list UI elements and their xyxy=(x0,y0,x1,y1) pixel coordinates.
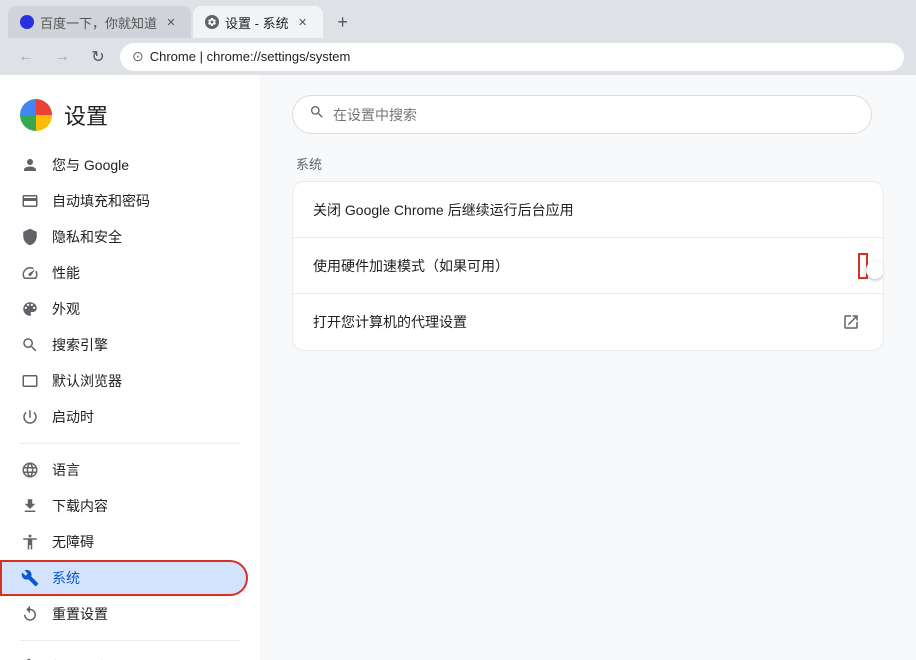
sidebar-item-search[interactable]: 搜索引擎 xyxy=(0,327,248,363)
address-text: Chrome | chrome://settings/system xyxy=(150,49,351,64)
search-input[interactable] xyxy=(333,107,855,123)
hardware-acceleration-label: 使用硬件加速模式（如果可用） xyxy=(313,256,863,276)
browser-icon xyxy=(20,371,40,391)
language-icon xyxy=(20,460,40,480)
settings-row-proxy: 打开您计算机的代理设置 xyxy=(293,294,883,350)
sidebar-item-system-label: 系统 xyxy=(52,568,80,588)
section-title: 系统 xyxy=(292,154,884,173)
sidebar-item-google-account-label: 您与 Google xyxy=(52,155,129,175)
sidebar-item-search-label: 搜索引擎 xyxy=(52,335,108,355)
power-icon xyxy=(20,407,40,427)
proxy-external-link[interactable] xyxy=(839,310,863,334)
sidebar-item-system[interactable]: 系统 xyxy=(0,560,248,596)
security-icon xyxy=(20,227,40,247)
reload-button[interactable]: ↻ xyxy=(84,43,112,71)
sidebar-item-default-browser-label: 默认浏览器 xyxy=(52,371,122,391)
sidebar-divider-1 xyxy=(20,443,240,444)
sidebar-item-autofill[interactable]: 自动填充和密码 xyxy=(0,183,248,219)
secure-icon: ⊙ xyxy=(132,48,144,65)
tab-settings-label: 设置 - 系统 xyxy=(225,13,289,32)
settings-favicon xyxy=(205,15,219,29)
proxy-label: 打开您计算机的代理设置 xyxy=(313,312,839,332)
tab-bar: 百度一下，你就知道 ✕ 设置 - 系统 ✕ + xyxy=(0,0,916,38)
tab-settings[interactable]: 设置 - 系统 ✕ xyxy=(193,6,323,38)
settings-row-background-apps: 关闭 Google Chrome 后继续运行后台应用 xyxy=(293,182,883,238)
credit-card-icon xyxy=(20,191,40,211)
sidebar-item-performance-label: 性能 xyxy=(52,263,80,283)
back-button[interactable]: ← xyxy=(12,43,40,71)
baidu-favicon xyxy=(20,15,34,29)
sidebar-item-privacy-label: 隐私和安全 xyxy=(52,227,122,247)
sidebar-item-appearance[interactable]: 外观 xyxy=(0,291,248,327)
sidebar-section-1: 您与 Google 自动填充和密码 隐私和安全 性能 xyxy=(0,147,260,435)
sidebar-item-privacy[interactable]: 隐私和安全 xyxy=(0,219,248,255)
forward-button[interactable]: → xyxy=(48,43,76,71)
main-content: 系统 关闭 Google Chrome 后继续运行后台应用 使用硬件加速模式（如… xyxy=(260,75,916,660)
build-icon xyxy=(20,568,40,588)
sidebar-item-reset[interactable]: 重置设置 xyxy=(0,596,248,632)
background-apps-label: 关闭 Google Chrome 后继续运行后台应用 xyxy=(313,200,863,220)
new-tab-button[interactable]: + xyxy=(329,8,357,36)
main-layout: 设置 您与 Google 自动填充和密码 隐私和安全 xyxy=(0,75,916,660)
search-bar xyxy=(292,95,872,134)
accessibility-icon xyxy=(20,532,40,552)
replay-icon xyxy=(20,604,40,624)
sidebar-item-language-label: 语言 xyxy=(52,460,80,480)
tab-settings-close[interactable]: ✕ xyxy=(295,14,311,30)
palette-icon xyxy=(20,299,40,319)
sidebar-item-appearance-label: 外观 xyxy=(52,299,80,319)
browser-chrome: 百度一下，你就知道 ✕ 设置 - 系统 ✕ + ← → ↻ ⊙ Chrome |… xyxy=(0,0,916,75)
tab-baidu-label: 百度一下，你就知道 xyxy=(40,13,157,32)
tab-baidu-close[interactable]: ✕ xyxy=(163,14,179,30)
sidebar-item-autofill-label: 自动填充和密码 xyxy=(52,191,150,211)
tab-baidu[interactable]: 百度一下，你就知道 ✕ xyxy=(8,6,191,38)
address-url: chrome://settings/system xyxy=(207,49,351,64)
sidebar: 设置 您与 Google 自动填充和密码 隐私和安全 xyxy=(0,75,260,660)
sidebar-item-reset-label: 重置设置 xyxy=(52,604,108,624)
search-bar-container xyxy=(292,95,884,134)
settings-row-hardware-acceleration: 使用硬件加速模式（如果可用） xyxy=(293,238,883,294)
sidebar-item-startup[interactable]: 启动时 xyxy=(0,399,248,435)
search-bar-icon xyxy=(309,104,325,125)
sidebar-section-2: 语言 下载内容 无障碍 系统 xyxy=(0,452,260,632)
download-icon xyxy=(20,496,40,516)
person-icon xyxy=(20,155,40,175)
sidebar-item-downloads[interactable]: 下载内容 xyxy=(0,488,248,524)
sidebar-item-default-browser[interactable]: 默认浏览器 xyxy=(0,363,248,399)
search-icon xyxy=(20,335,40,355)
proxy-control xyxy=(839,310,863,334)
sidebar-item-accessibility-label: 无障碍 xyxy=(52,532,94,552)
chrome-logo xyxy=(20,99,52,131)
settings-card: 关闭 Google Chrome 后继续运行后台应用 使用硬件加速模式（如果可用… xyxy=(292,181,884,351)
speed-icon xyxy=(20,263,40,283)
settings-header: 设置 xyxy=(0,91,260,147)
sidebar-item-language[interactable]: 语言 xyxy=(0,452,248,488)
sidebar-item-extensions[interactable]: 扩展程序 ⧉ xyxy=(0,649,248,660)
sidebar-section-3: 扩展程序 ⧉ 关于 Chrome xyxy=(0,649,260,660)
sidebar-item-downloads-label: 下载内容 xyxy=(52,496,108,516)
address-separator: | xyxy=(196,49,207,64)
sidebar-item-accessibility[interactable]: 无障碍 xyxy=(0,524,248,560)
sidebar-item-startup-label: 启动时 xyxy=(52,407,94,427)
address-brand: Chrome xyxy=(150,49,196,64)
address-bar[interactable]: ⊙ Chrome | chrome://settings/system xyxy=(120,43,904,71)
sidebar-item-performance[interactable]: 性能 xyxy=(0,255,248,291)
address-bar-row: ← → ↻ ⊙ Chrome | chrome://settings/syste… xyxy=(0,38,916,75)
sidebar-item-google-account[interactable]: 您与 Google xyxy=(0,147,248,183)
sidebar-divider-2 xyxy=(20,640,240,641)
settings-title: 设置 xyxy=(64,99,108,131)
